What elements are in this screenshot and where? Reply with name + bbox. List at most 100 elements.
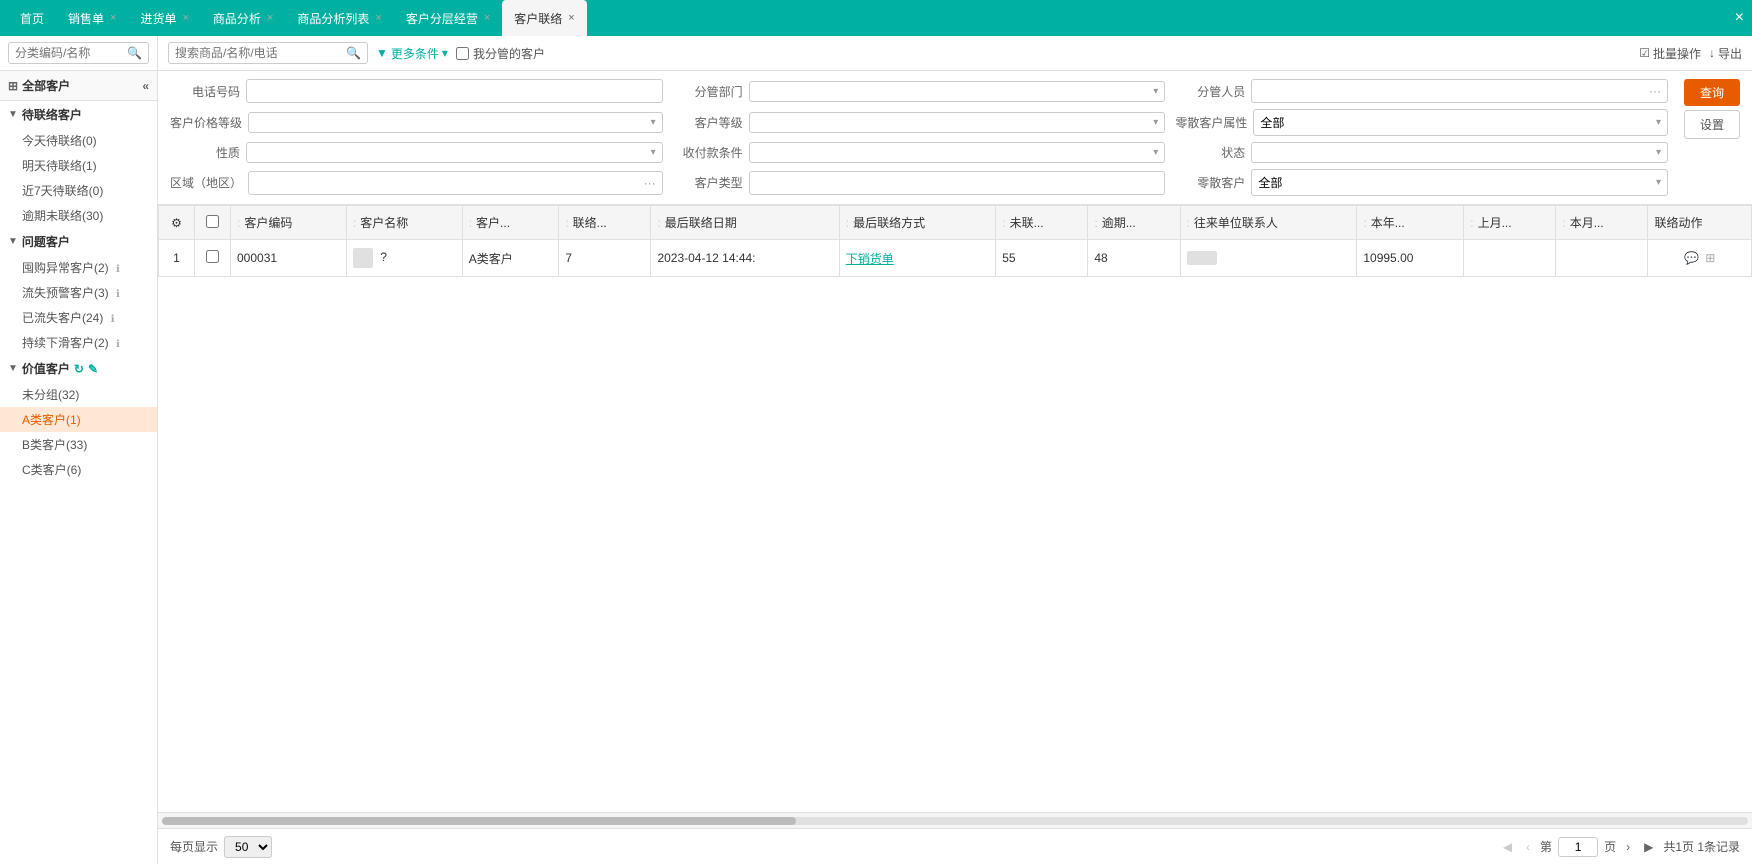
nav-purchase-tab[interactable]: 进货单 ×: [128, 0, 200, 36]
close-product-analysis-tab[interactable]: ×: [267, 12, 273, 24]
sidebar-section-problem[interactable]: ▼ 问题客户: [0, 228, 157, 255]
cell-last-method[interactable]: 下销货单: [839, 240, 996, 277]
filter-price-select[interactable]: ▾: [248, 112, 663, 133]
price-arrow-icon: ▾: [651, 117, 656, 128]
filter-actions: 查询 设置: [1684, 79, 1740, 196]
sidebar-item-c-class[interactable]: C类客户(6): [0, 457, 157, 482]
toolbar-right: ☑ 批量操作 ↓ 导出: [1639, 45, 1742, 62]
first-page-btn[interactable]: ◀: [1499, 838, 1516, 856]
message-icon[interactable]: 💬: [1684, 251, 1699, 265]
info-icon-hoard: ℹ: [116, 264, 120, 275]
cell-contact-count: 7: [559, 240, 651, 277]
filter-level-select[interactable]: ▾: [749, 112, 1166, 133]
edit-group-icon[interactable]: ✎: [88, 362, 98, 376]
nav-product-analysis-tab[interactable]: 商品分析 ×: [201, 0, 285, 36]
sidebar: 🔍 ⊞ 全部客户 « ▼ 待联络客户 今天待联络(0) 明天待联络(1) 近7天…: [0, 36, 158, 864]
close-all-tabs[interactable]: ×: [1735, 9, 1744, 27]
horizontal-scrollbar[interactable]: [158, 812, 1752, 828]
filter-person-select[interactable]: ···: [1251, 79, 1668, 103]
nav-customer-contact-tab[interactable]: 客户联络 ×: [502, 0, 586, 36]
filter-nature-label: 性质: [170, 144, 240, 161]
filter-region: 区域（地区） ···: [170, 171, 663, 195]
export-button[interactable]: ↓ 导出: [1709, 45, 1742, 62]
filter-payment: 收付款条件 ▾: [673, 142, 1166, 163]
footer: 每页显示 50 ◀ ‹ 第 页 › ▶ 共1页 1条记录: [158, 828, 1752, 864]
col-last-month: :上月...: [1464, 206, 1556, 240]
search-input[interactable]: [175, 46, 346, 60]
page-number-input[interactable]: [1558, 837, 1598, 857]
nav-product-list-tab[interactable]: 商品分析列表 ×: [285, 0, 393, 36]
sidebar-item-churn-warning[interactable]: 流失预警客户(3) ℹ: [0, 280, 157, 305]
payment-arrow-icon: ▾: [1153, 147, 1158, 158]
filter-row-4: 区域（地区） ··· 客户类型 零散客户: [170, 169, 1668, 196]
filter-scattered-attr: 零散客户属性 全部 ▾: [1175, 109, 1668, 136]
qr-icon[interactable]: ⊞: [1705, 251, 1715, 265]
page-size-area: 每页显示 50: [170, 836, 272, 858]
nav-home-tab[interactable]: 首页: [8, 10, 56, 27]
filter-status-select[interactable]: ▾: [1251, 142, 1668, 163]
last-page-btn[interactable]: ▶: [1640, 838, 1657, 856]
sidebar-item-a-class[interactable]: A类客户(1): [0, 407, 157, 432]
filter-type-input[interactable]: [749, 171, 1166, 195]
col-checkbox[interactable]: [195, 206, 231, 240]
filter-customer-level: 客户等级 ▾: [673, 112, 1166, 133]
scroll-track[interactable]: [162, 817, 1748, 825]
row-checkbox[interactable]: [206, 250, 219, 263]
sidebar-item-churned[interactable]: 已流失客户(24) ℹ: [0, 305, 157, 330]
close-customer-segment-tab[interactable]: ×: [484, 12, 490, 24]
cell-name[interactable]: ?: [346, 240, 462, 277]
sidebar-collapse-icon[interactable]: «: [142, 79, 149, 93]
person-dotdot-icon[interactable]: ···: [1649, 84, 1661, 98]
sidebar-section-value[interactable]: ▼ 价值客户 ↻ ✎: [0, 355, 157, 382]
close-customer-contact-tab[interactable]: ×: [568, 12, 574, 24]
my-customers-checkbox[interactable]: [456, 47, 469, 60]
sidebar-item-overdue[interactable]: 逾期未联络(30): [0, 203, 157, 228]
close-product-list-tab[interactable]: ×: [375, 12, 381, 24]
page-size-select[interactable]: 50: [224, 836, 272, 858]
close-purchase-tab[interactable]: ×: [182, 12, 188, 24]
sidebar-item-b-class[interactable]: B类客户(33): [0, 432, 157, 457]
filter-scattered-attr-select[interactable]: 全部 ▾: [1253, 109, 1668, 136]
filter-payment-select[interactable]: ▾: [749, 142, 1166, 163]
sidebar-all-customers[interactable]: ⊞ 全部客户 «: [0, 71, 157, 101]
sidebar-item-ungrouped[interactable]: 未分组(32): [0, 382, 157, 407]
sidebar-item-declining[interactable]: 持续下滑客户(2) ℹ: [0, 330, 157, 355]
sidebar-section-pending[interactable]: ▼ 待联络客户: [0, 101, 157, 128]
dept-arrow-icon: ▾: [1153, 86, 1158, 97]
filter-dept-select[interactable]: ▾: [749, 81, 1166, 102]
arrow-icon-3: ▼: [8, 363, 18, 374]
sidebar-search-icon[interactable]: 🔍: [127, 46, 142, 60]
search-icon[interactable]: 🔍: [346, 46, 361, 60]
col-settings[interactable]: ⚙: [159, 206, 195, 240]
info-icon-declining: ℹ: [116, 339, 120, 350]
select-all-checkbox[interactable]: [206, 215, 219, 228]
filter-scattered-select[interactable]: 全部 ▾: [1251, 169, 1668, 196]
filter-region-select[interactable]: ···: [248, 171, 663, 195]
nav-sales-tab[interactable]: 销售单 ×: [56, 0, 128, 36]
cell-checkbox[interactable]: [195, 240, 231, 277]
sidebar-item-tomorrow[interactable]: 明天待联络(1): [0, 153, 157, 178]
region-dotdot-icon[interactable]: ···: [644, 176, 656, 190]
filter-button[interactable]: ▼ 更多条件 ▾: [376, 45, 448, 62]
status-arrow-icon: ▾: [1656, 147, 1661, 158]
scroll-thumb[interactable]: [162, 817, 796, 825]
my-customers-filter[interactable]: 我分管的客户: [456, 45, 545, 62]
close-sales-tab[interactable]: ×: [110, 12, 116, 24]
query-button[interactable]: 查询: [1684, 79, 1740, 106]
batch-operation-button[interactable]: ☑ 批量操作: [1639, 45, 1701, 62]
grid-icon: ⊞: [8, 79, 18, 93]
setting-button[interactable]: 设置: [1684, 110, 1740, 139]
col-name: :客户名称: [346, 206, 462, 240]
filter-nature-select[interactable]: ▾: [246, 142, 663, 163]
toolbar: 🔍 ▼ 更多条件 ▾ 我分管的客户 ☑ 批量操作 ↓ 导出: [158, 36, 1752, 71]
sidebar-item-today[interactable]: 今天待联络(0): [0, 128, 157, 153]
next-page-btn[interactable]: ›: [1622, 838, 1634, 856]
sidebar-item-7days[interactable]: 近7天待联络(0): [0, 178, 157, 203]
table-area: ⚙ :客户编码 :客户名称 :客户... :联络... :最后联络日期 :最后联…: [158, 205, 1752, 812]
sidebar-item-hoard[interactable]: 囤购异常客户(2) ℹ: [0, 255, 157, 280]
nav-customer-segment-tab[interactable]: 客户分层经营 ×: [394, 0, 502, 36]
add-group-icon[interactable]: ↻: [74, 362, 84, 376]
content-area: 🔍 ▼ 更多条件 ▾ 我分管的客户 ☑ 批量操作 ↓ 导出: [158, 36, 1752, 864]
prev-page-btn[interactable]: ‹: [1522, 838, 1534, 856]
filter-phone-input[interactable]: [246, 79, 663, 103]
